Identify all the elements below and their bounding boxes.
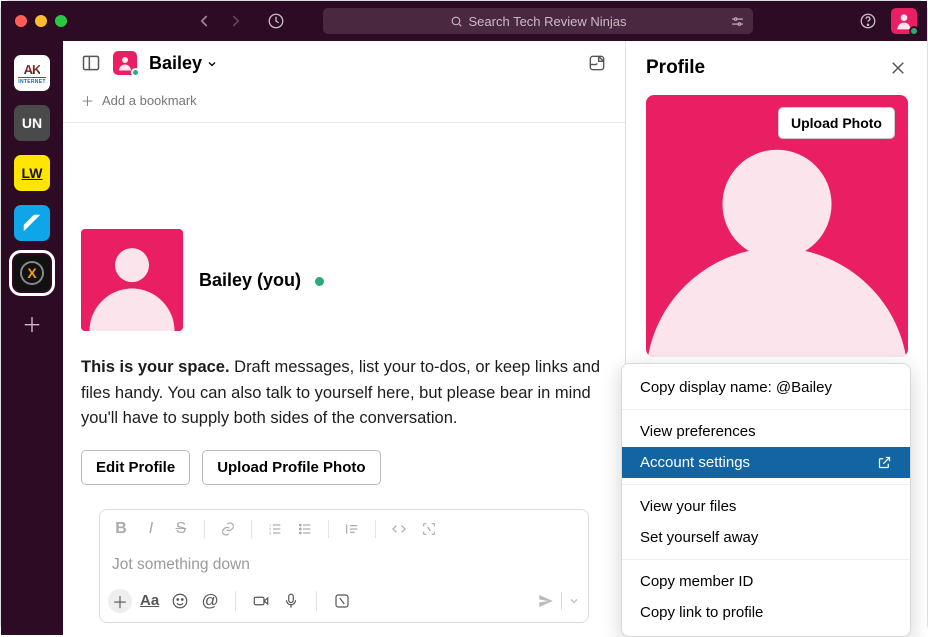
presence-indicator [315,277,324,286]
workspace-rail: AK INTERNET UN LW X ＋ [1,41,63,635]
sidebar-toggle-icon[interactable] [81,53,101,73]
search-input[interactable]: Search Tech Review Ninjas [323,8,753,34]
workspace-2[interactable]: UN [14,105,50,141]
history-button[interactable] [267,12,285,30]
send-button[interactable] [537,592,580,610]
titlebar: Search Tech Review Ninjas [1,1,927,41]
workspace-1[interactable]: AK INTERNET [14,55,50,91]
upload-profile-photo-button[interactable]: Upload Profile Photo [202,450,380,485]
add-bookmark-button[interactable]: ＋ Add a bookmark [63,85,625,123]
code-button[interactable] [386,516,412,542]
conversation-title: Bailey [149,53,202,74]
upload-photo-button[interactable]: Upload Photo [778,107,895,139]
emoji-button[interactable] [167,588,193,614]
mention-button[interactable]: @ [197,588,223,614]
forward-button[interactable] [227,12,245,30]
back-button[interactable] [195,12,213,30]
self-avatar [81,229,183,331]
workspace-2-label: UN [22,115,42,131]
shortcuts-button[interactable] [329,588,355,614]
link-button[interactable] [215,516,241,542]
message-composer: B I S 123 [99,509,589,623]
window-controls [15,15,67,27]
conversation-title-button[interactable]: Bailey [149,53,218,74]
edit-profile-button[interactable]: Edit Profile [81,450,190,485]
workspace-3[interactable]: LW [14,155,50,191]
format-toolbar: B I S 123 [100,510,588,548]
menu-view-files[interactable]: View your files [622,491,910,522]
profile-title: Profile [646,57,705,79]
audio-button[interactable] [278,588,304,614]
strike-button[interactable]: S [168,516,194,542]
search-icon [450,15,463,28]
bullet-list-button[interactable] [292,516,318,542]
self-name: Bailey (you) [199,270,301,290]
ordered-list-button[interactable]: 123 [262,516,288,542]
italic-button[interactable]: I [138,516,164,542]
bold-button[interactable]: B [108,516,134,542]
codeblock-button[interactable] [416,516,442,542]
maximize-window-button[interactable] [55,15,67,27]
help-icon[interactable] [859,12,877,30]
chevron-down-icon [568,595,580,607]
close-profile-button[interactable] [889,59,907,77]
desc-bold: This is your space. [81,358,230,376]
canvas-icon[interactable] [587,53,607,73]
add-workspace-button[interactable]: ＋ [22,309,42,338]
presence-indicator [909,26,919,36]
conversation-pane: Bailey ＋ Add a bookmark Bailey [63,41,625,635]
workspace-1-sublabel: INTERNET [18,77,45,85]
plus-icon: ＋ [81,91,94,110]
presence-indicator [131,68,140,77]
blockquote-button[interactable] [339,516,365,542]
add-bookmark-label: Add a bookmark [102,93,197,108]
attach-button[interactable]: ＋ [108,589,132,613]
user-avatar-button[interactable] [891,8,917,34]
workspace-5-label: X [27,265,36,281]
chevron-down-icon [206,58,218,70]
composer-input[interactable] [100,548,588,584]
workspace-5-active[interactable]: X [14,255,50,291]
video-button[interactable] [248,588,274,614]
close-window-button[interactable] [15,15,27,27]
profile-context-menu: Copy display name: @Bailey View preferen… [621,363,911,637]
workspace-4[interactable] [14,205,50,241]
formatting-toggle[interactable]: Aa [136,592,163,609]
workspace-3-label: LW [22,165,43,181]
menu-copy-display-name[interactable]: Copy display name: @Bailey [622,372,910,403]
menu-copy-member-id[interactable]: Copy member ID [622,566,910,597]
menu-account-settings[interactable]: Account settings [622,447,910,478]
self-space-description: This is your space. Draft messages, list… [81,355,607,432]
history-nav [195,12,285,30]
search-placeholder: Search Tech Review Ninjas [469,14,627,29]
workspace-1-label: AK [24,62,41,77]
search-filter-icon[interactable] [730,14,745,29]
composer-actions: ＋ Aa @ [100,584,588,622]
dm-avatar [113,51,137,75]
minimize-window-button[interactable] [35,15,47,27]
menu-set-away[interactable]: Set yourself away [622,522,910,553]
svg-text:3: 3 [269,530,272,535]
menu-view-preferences[interactable]: View preferences [622,416,910,447]
external-link-icon [877,455,892,470]
menu-copy-link-profile[interactable]: Copy link to profile [622,597,910,628]
